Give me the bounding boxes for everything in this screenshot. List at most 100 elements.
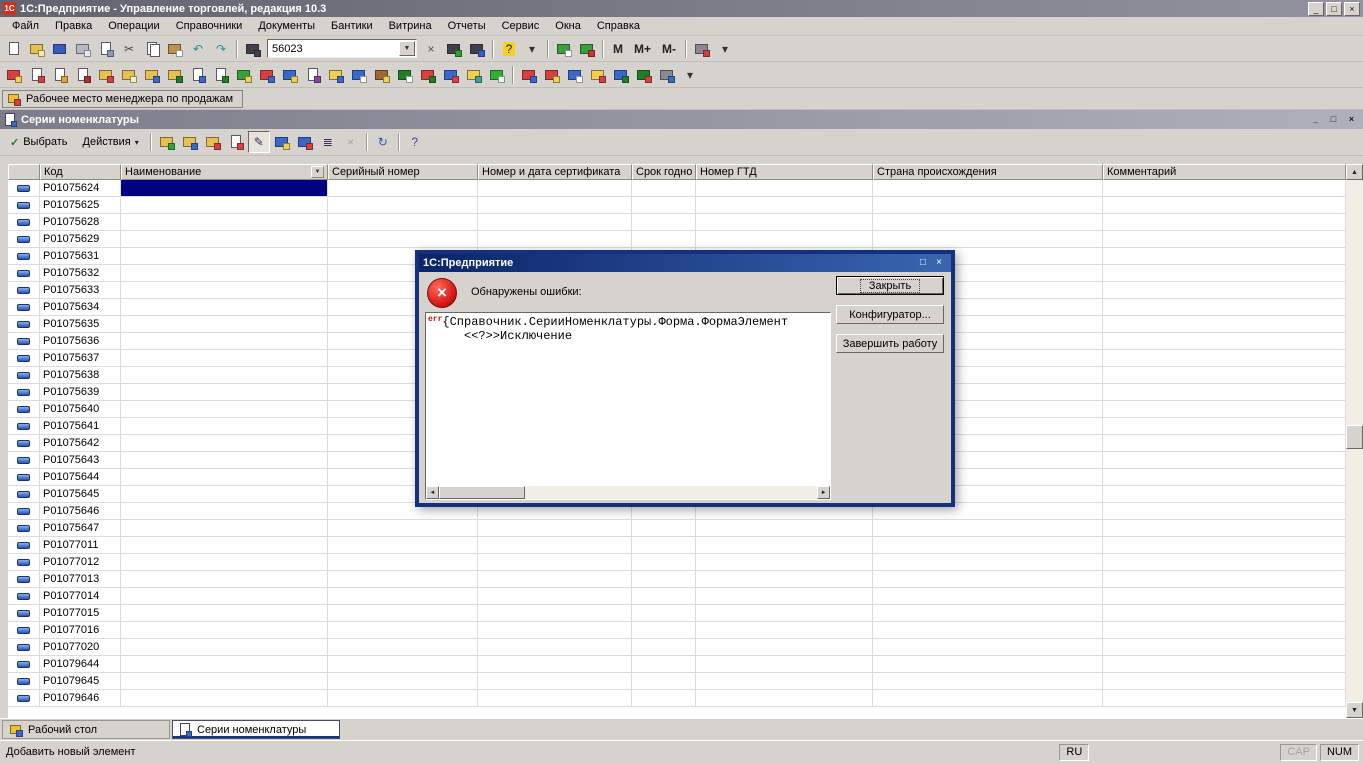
find-all-icon[interactable] <box>466 38 488 60</box>
cell[interactable] <box>632 673 696 690</box>
tab-desktop[interactable]: Рабочий стол <box>2 720 170 739</box>
table-row[interactable]: P01079645 <box>8 673 1346 690</box>
cell[interactable] <box>121 350 328 367</box>
cell[interactable] <box>873 588 1103 605</box>
cell[interactable]: P01075645 <box>40 486 121 503</box>
cell[interactable] <box>696 554 873 571</box>
cell[interactable] <box>1103 265 1346 282</box>
table-row[interactable]: P01077013 <box>8 571 1346 588</box>
cell[interactable] <box>1103 197 1346 214</box>
cell[interactable] <box>328 214 478 231</box>
cell[interactable]: P01075629 <box>40 231 121 248</box>
cell[interactable] <box>478 656 632 673</box>
cell[interactable] <box>696 537 873 554</box>
menu-item-7[interactable]: Витрина <box>381 18 440 34</box>
close-button[interactable]: Закрыть <box>836 276 944 295</box>
cell[interactable] <box>478 673 632 690</box>
cell[interactable] <box>121 673 328 690</box>
table-row[interactable]: P01077014 <box>8 588 1346 605</box>
crm-settings-icon[interactable] <box>656 64 678 86</box>
memory-recall-button[interactable]: M <box>608 38 628 60</box>
menu-item-8[interactable]: Отчеты <box>440 18 494 34</box>
table-row[interactable]: P01077011 <box>8 537 1346 554</box>
cell[interactable] <box>1103 622 1346 639</box>
menu-item-3[interactable]: Операции <box>100 18 167 34</box>
hierarchy-levels-icon[interactable] <box>179 131 201 153</box>
cell[interactable] <box>121 656 328 673</box>
cell[interactable] <box>121 231 328 248</box>
cell[interactable] <box>478 554 632 571</box>
table-row[interactable]: P01075629 <box>8 231 1346 248</box>
error-text-area[interactable]: err{Справочник.СерииНоменклатуры.Форма.Ф… <box>425 312 831 500</box>
cell[interactable] <box>328 673 478 690</box>
help-index-icon[interactable]: ? <box>498 38 520 60</box>
cell[interactable] <box>696 571 873 588</box>
cell[interactable] <box>632 197 696 214</box>
cell[interactable] <box>478 588 632 605</box>
cell[interactable]: P01075634 <box>40 299 121 316</box>
crm-calendar-icon[interactable] <box>564 64 586 86</box>
cell[interactable] <box>328 197 478 214</box>
cell[interactable] <box>696 214 873 231</box>
filter-icon[interactable] <box>271 131 293 153</box>
find-next-icon[interactable] <box>443 38 465 60</box>
restore-button[interactable]: □ <box>1326 1 1342 16</box>
cell[interactable] <box>873 197 1103 214</box>
crm-reports-icon[interactable] <box>633 64 655 86</box>
table-row[interactable]: P01077016 <box>8 622 1346 639</box>
cell[interactable]: P01075642 <box>40 435 121 452</box>
cell[interactable] <box>121 333 328 350</box>
cell[interactable]: P01079644 <box>40 656 121 673</box>
cell[interactable]: P01075643 <box>40 452 121 469</box>
cell[interactable] <box>873 520 1103 537</box>
cell[interactable] <box>121 367 328 384</box>
cut-icon[interactable]: ✂ <box>118 38 140 60</box>
cell[interactable]: P01075628 <box>40 214 121 231</box>
cell[interactable] <box>478 180 632 197</box>
cell[interactable] <box>328 588 478 605</box>
crm-tasks-icon[interactable] <box>610 64 632 86</box>
table-row[interactable]: P01079646 <box>8 690 1346 707</box>
cell[interactable] <box>121 435 328 452</box>
cell[interactable] <box>121 452 328 469</box>
sort-indicator-icon[interactable]: ▼ <box>311 166 324 178</box>
exchange-icon[interactable] <box>463 64 485 86</box>
cell[interactable] <box>478 537 632 554</box>
terminate-button[interactable]: Завершить работу <box>836 334 944 353</box>
cell[interactable] <box>328 180 478 197</box>
cell[interactable] <box>478 639 632 656</box>
cell[interactable] <box>1103 299 1346 316</box>
cell[interactable] <box>121 520 328 537</box>
cell[interactable] <box>696 180 873 197</box>
quick-find-combo[interactable]: 56023 ▼ <box>267 39 417 58</box>
cell[interactable]: P01075647 <box>40 520 121 537</box>
scroll-track[interactable] <box>1346 180 1363 702</box>
cell[interactable] <box>328 690 478 707</box>
nomenclature-icon[interactable] <box>348 64 370 86</box>
cell[interactable] <box>121 248 328 265</box>
find-icon[interactable] <box>242 38 264 60</box>
goods-issue-icon[interactable] <box>256 64 278 86</box>
cell[interactable] <box>121 503 328 520</box>
cell[interactable] <box>873 537 1103 554</box>
cell[interactable] <box>328 537 478 554</box>
error-horizontal-scrollbar[interactable]: ◄ ► <box>426 486 830 499</box>
cell[interactable] <box>121 571 328 588</box>
menu-item-10[interactable]: Окна <box>547 18 589 34</box>
cell[interactable] <box>1103 588 1346 605</box>
chevron-down-icon[interactable]: ▼ <box>399 41 415 56</box>
scroll-thumb[interactable] <box>439 486 525 499</box>
cell[interactable] <box>632 622 696 639</box>
clear-filter-icon[interactable]: × <box>340 131 362 153</box>
chevron-down-icon[interactable]: ▾ <box>679 64 701 86</box>
cell[interactable] <box>121 486 328 503</box>
cell[interactable] <box>478 214 632 231</box>
cell[interactable] <box>1103 554 1346 571</box>
cell[interactable] <box>632 690 696 707</box>
sales-report-icon[interactable] <box>417 64 439 86</box>
cell[interactable]: P01075632 <box>40 265 121 282</box>
cell[interactable] <box>632 520 696 537</box>
add-to-group-icon[interactable] <box>156 131 178 153</box>
goods-receipt-icon[interactable] <box>233 64 255 86</box>
column-header-7[interactable]: Страна происхождения <box>873 164 1103 180</box>
